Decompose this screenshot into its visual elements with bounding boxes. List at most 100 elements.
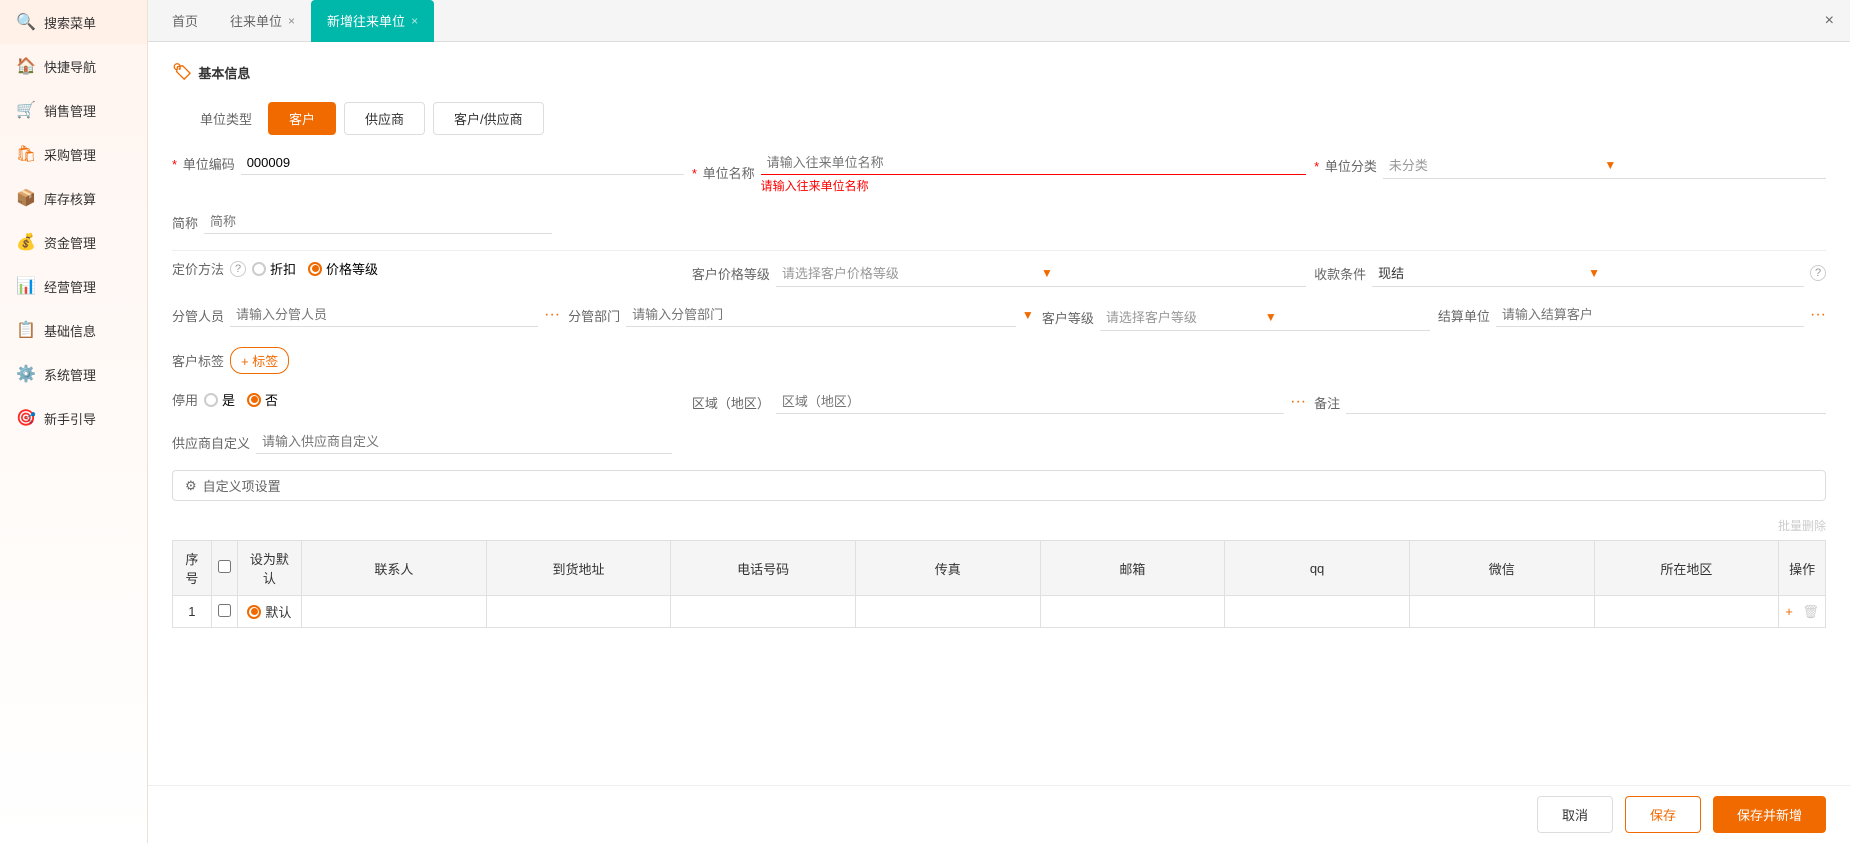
row-wechat-input[interactable] bbox=[1416, 604, 1588, 619]
disable-radio-group: 是 否 bbox=[204, 390, 278, 409]
sidebar-item-purchase[interactable]: 🛍 采购管理 bbox=[0, 132, 147, 176]
window-close-button[interactable]: × bbox=[1825, 12, 1834, 30]
sidebar-item-guide[interactable]: 🎯 新手引导 bbox=[0, 396, 147, 440]
remarks-input[interactable] bbox=[1346, 390, 1826, 414]
chevron-down-icon-4: ▼ bbox=[1022, 308, 1034, 322]
row-region[interactable] bbox=[1594, 596, 1779, 628]
row-contact[interactable] bbox=[302, 596, 487, 628]
tab-bar: 首页 往来单位 × 新增往来单位 × × bbox=[148, 0, 1850, 42]
form-group-department: 分管部门 ▼ bbox=[568, 303, 1034, 327]
row-address-input[interactable] bbox=[493, 604, 665, 619]
row-email[interactable] bbox=[1040, 596, 1225, 628]
btn-unit-supplier[interactable]: 供应商 bbox=[344, 102, 425, 135]
form-group-disable: 停用 是 否 bbox=[172, 390, 684, 409]
row-email-input[interactable] bbox=[1047, 604, 1219, 619]
table-section: 批量删除 序号 设为默认 联系人 到货地址 电话号码 传真 邮箱 qq 微信 bbox=[172, 517, 1826, 628]
sidebar-item-finance[interactable]: 💰 资金管理 bbox=[0, 220, 147, 264]
sidebar-item-operations[interactable]: 📊 经营管理 bbox=[0, 264, 147, 308]
radio-disable-yes[interactable]: 是 bbox=[204, 390, 235, 409]
form-group-settlement-unit: 结算单位 ··· bbox=[1438, 303, 1826, 327]
unit-type-row: 单位类型 客户 供应商 客户/供应商 bbox=[172, 102, 1826, 135]
manager-input[interactable] bbox=[230, 303, 538, 327]
row-fax[interactable] bbox=[855, 596, 1040, 628]
radio-price-level[interactable]: 价格等级 bbox=[308, 259, 378, 278]
customer-tag-label: 客户标签 bbox=[172, 351, 224, 370]
sidebar: 🔍 搜索菜单 🏠 快捷导航 🛒 销售管理 🛍 采购管理 📦 库存核算 💰 资金管… bbox=[0, 0, 148, 843]
radio-discount[interactable]: 折扣 bbox=[252, 259, 296, 278]
tab-new-counterparty[interactable]: 新增往来单位 × bbox=[311, 0, 434, 42]
short-name-input[interactable] bbox=[204, 210, 552, 234]
sidebar-item-label: 搜索菜单 bbox=[44, 13, 96, 32]
customer-level-select[interactable]: 请选择客户等级 ▼ bbox=[1100, 303, 1430, 331]
radio-disable-no[interactable]: 否 bbox=[247, 390, 278, 409]
batch-delete-button[interactable]: 批量删除 bbox=[1778, 517, 1826, 534]
bottom-bar: 取消 保存 保存并新增 bbox=[148, 785, 1850, 843]
sidebar-item-search[interactable]: 🔍 搜索菜单 bbox=[0, 0, 147, 44]
sidebar-item-label: 资金管理 bbox=[44, 233, 96, 252]
region-more-icon[interactable]: ··· bbox=[1290, 393, 1306, 411]
form-group-supplier-custom: 供应商自定义 bbox=[172, 430, 672, 454]
form-group-unit-name: * 单位名称 请输入往来单位名称 bbox=[692, 151, 1306, 194]
sidebar-item-quick-nav[interactable]: 🏠 快捷导航 bbox=[0, 44, 147, 88]
add-tag-button[interactable]: + 标签 bbox=[230, 347, 289, 374]
department-input[interactable] bbox=[626, 303, 1016, 327]
row-checkbox-1[interactable] bbox=[218, 604, 231, 617]
row-add-icon[interactable]: + bbox=[1785, 604, 1793, 619]
row-phone-input[interactable] bbox=[677, 604, 849, 619]
col-region: 所在地区 bbox=[1594, 541, 1779, 596]
region-input[interactable] bbox=[776, 390, 1284, 414]
tab-counterparty[interactable]: 往来单位 × bbox=[214, 0, 311, 42]
row-delete-icon[interactable]: 🗑 bbox=[1802, 604, 1819, 619]
row-address[interactable] bbox=[486, 596, 671, 628]
settlement-more-icon[interactable]: ··· bbox=[1810, 306, 1826, 324]
row-fax-input[interactable] bbox=[862, 604, 1034, 619]
payment-terms-select[interactable]: 现结 ▼ bbox=[1372, 259, 1804, 287]
pricing-help-icon[interactable]: ? bbox=[230, 261, 246, 277]
search-icon: 🔍 bbox=[16, 12, 36, 32]
radio-circle-price-level bbox=[308, 262, 322, 276]
sidebar-item-inventory[interactable]: 📦 库存核算 bbox=[0, 176, 147, 220]
save-new-button[interactable]: 保存并新增 bbox=[1713, 796, 1826, 833]
row-region-input[interactable] bbox=[1601, 604, 1773, 619]
unit-name-label: * 单位名称 bbox=[692, 163, 755, 182]
table-toolbar: 批量删除 bbox=[172, 517, 1826, 534]
btn-unit-customer[interactable]: 客户 bbox=[268, 102, 336, 135]
sidebar-item-basic-info[interactable]: 📋 基础信息 bbox=[0, 308, 147, 352]
tab-home[interactable]: 首页 bbox=[156, 0, 214, 42]
row-wechat[interactable] bbox=[1409, 596, 1594, 628]
unit-category-select[interactable]: 未分类 ▼ bbox=[1383, 151, 1826, 179]
save-button[interactable]: 保存 bbox=[1625, 796, 1701, 833]
main-area: 首页 往来单位 × 新增往来单位 × × 🏷 基本信息 单位类型 客户 供应商 … bbox=[148, 0, 1850, 843]
form-content: 🏷 基本信息 单位类型 客户 供应商 客户/供应商 * 单位编码 * 单位名称 bbox=[148, 42, 1850, 785]
supplier-custom-input[interactable] bbox=[256, 430, 672, 454]
row-qq-input[interactable] bbox=[1231, 604, 1403, 619]
btn-unit-both[interactable]: 客户/供应商 bbox=[433, 102, 544, 135]
unit-code-input[interactable] bbox=[241, 151, 684, 175]
supplier-custom-label: 供应商自定义 bbox=[172, 433, 250, 452]
row-qq[interactable] bbox=[1225, 596, 1410, 628]
clipboard-icon: 📋 bbox=[16, 320, 36, 340]
sidebar-item-sales[interactable]: 🛒 销售管理 bbox=[0, 88, 147, 132]
row-phone[interactable] bbox=[671, 596, 856, 628]
cancel-button[interactable]: 取消 bbox=[1537, 796, 1613, 833]
custom-settings-button[interactable]: ⚙ 自定义项设置 bbox=[172, 470, 1826, 501]
sidebar-item-system[interactable]: ⚙️ 系统管理 bbox=[0, 352, 147, 396]
col-checkbox bbox=[211, 541, 237, 596]
row-default-radio[interactable]: 默认 bbox=[244, 602, 295, 621]
tab-new-counterparty-close[interactable]: × bbox=[411, 14, 418, 28]
gear-icon: ⚙️ bbox=[16, 364, 36, 384]
row-contact-input[interactable] bbox=[308, 604, 480, 619]
chevron-down-icon-2: ▼ bbox=[1041, 266, 1300, 280]
customer-price-level-select[interactable]: 请选择客户价格等级 ▼ bbox=[776, 259, 1306, 287]
row-seq: 1 bbox=[173, 596, 212, 628]
form-row-7: 供应商自定义 bbox=[172, 430, 1826, 454]
pricing-label: 定价方法 bbox=[172, 259, 224, 278]
customer-level-label: 客户等级 bbox=[1042, 308, 1094, 327]
settlement-unit-input[interactable] bbox=[1496, 303, 1804, 327]
unit-name-input[interactable] bbox=[761, 151, 1307, 175]
payment-help-icon[interactable]: ? bbox=[1810, 265, 1826, 281]
tab-counterparty-close[interactable]: × bbox=[288, 14, 295, 28]
select-all-checkbox[interactable] bbox=[218, 560, 231, 573]
manager-more-icon[interactable]: ··· bbox=[544, 306, 560, 324]
sidebar-item-label: 系统管理 bbox=[44, 365, 96, 384]
